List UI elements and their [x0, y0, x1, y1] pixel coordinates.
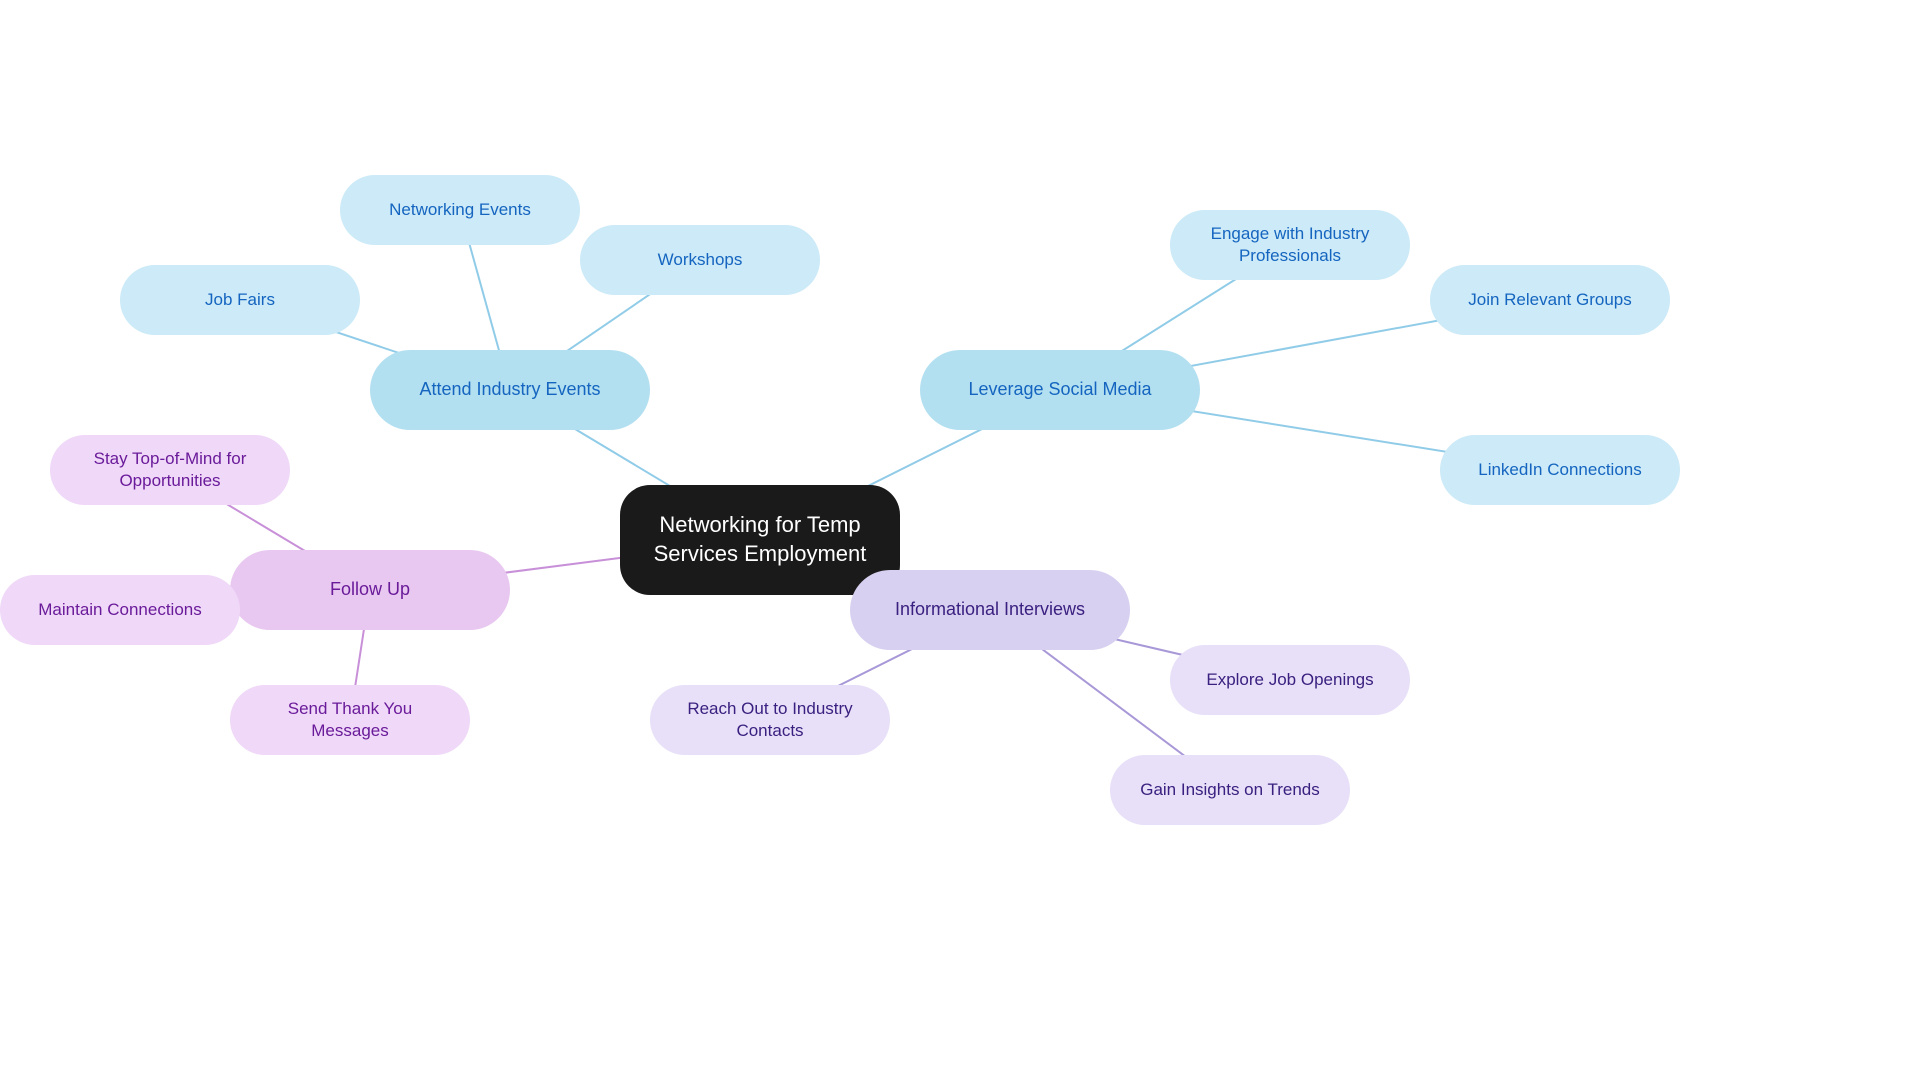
node-maintain: Maintain Connections [0, 575, 240, 645]
node-explore-jobs: Explore Job Openings [1170, 645, 1410, 715]
node-job-fairs: Job Fairs [120, 265, 360, 335]
node-gain-insights: Gain Insights on Trends [1110, 755, 1350, 825]
node-thank-you: Send Thank You Messages [230, 685, 470, 755]
node-networking-events: Networking Events [340, 175, 580, 245]
node-follow-up: Follow Up [230, 550, 510, 630]
node-linkedin: LinkedIn Connections [1440, 435, 1680, 505]
node-join-groups: Join Relevant Groups [1430, 265, 1670, 335]
node-engage: Engage with Industry Professionals [1170, 210, 1410, 280]
node-stay-top: Stay Top-of-Mind for Opportunities [50, 435, 290, 505]
node-leverage: Leverage Social Media [920, 350, 1200, 430]
node-attend: Attend Industry Events [370, 350, 650, 430]
node-informational: Informational Interviews [850, 570, 1130, 650]
mindmap-container: Networking for Temp Services Employment A… [0, 0, 1920, 1083]
node-workshops: Workshops [580, 225, 820, 295]
node-reach-out: Reach Out to Industry Contacts [650, 685, 890, 755]
center-node: Networking for Temp Services Employment [620, 485, 900, 595]
connection-lines [0, 0, 1920, 1083]
